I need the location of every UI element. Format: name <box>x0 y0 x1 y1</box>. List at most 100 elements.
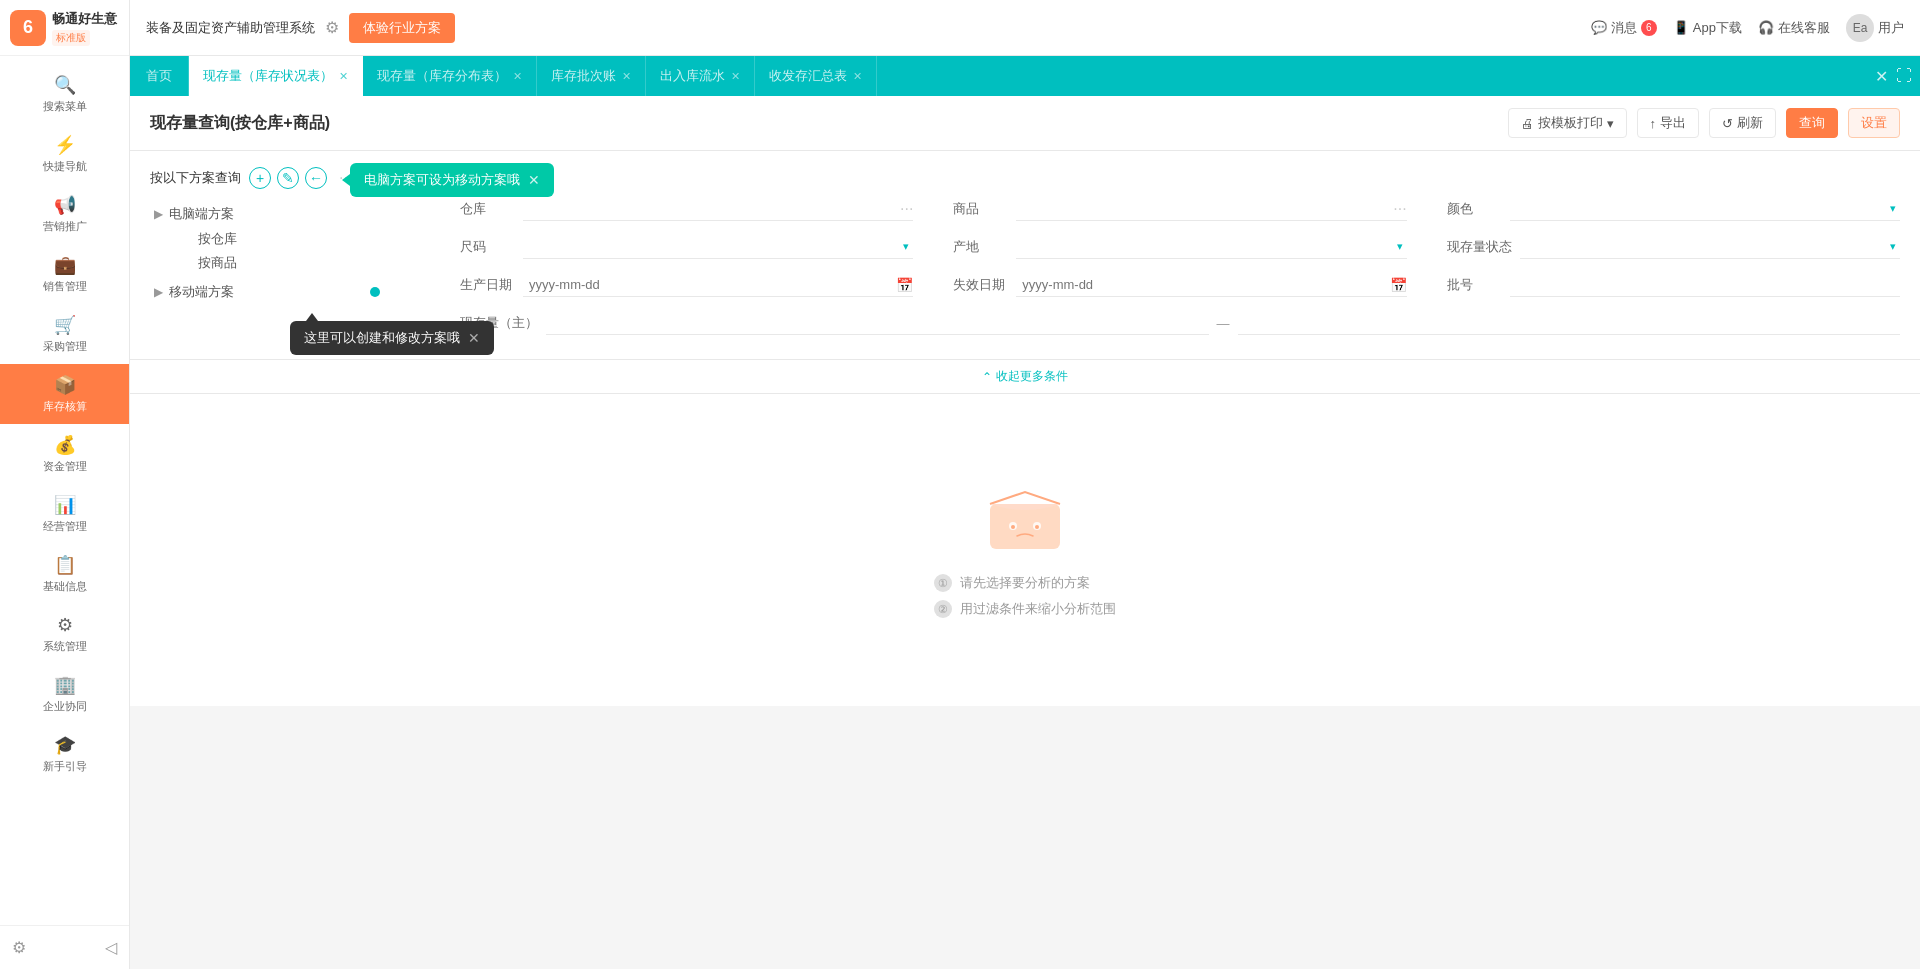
warehouse-input[interactable] <box>523 197 896 220</box>
sidebar-item-label: 企业协同 <box>43 699 87 714</box>
product-ellipsis-icon[interactable]: ··· <box>1393 200 1406 218</box>
user-label: 用户 <box>1878 19 1904 37</box>
tab-home[interactable]: 首页 <box>130 56 189 96</box>
sidebar-item-sales[interactable]: 💼 销售管理 <box>0 244 129 304</box>
collapse-bar[interactable]: ⌃ 收起更多条件 <box>130 360 1920 394</box>
finance-icon: 💰 <box>54 434 76 456</box>
search-icon: 🔍 <box>54 74 76 96</box>
calendar-icon2[interactable]: 📅 <box>1390 277 1407 293</box>
query-button[interactable]: 查询 <box>1786 108 1838 138</box>
production-date-input-wrap: 📅 <box>523 273 913 297</box>
header-settings-icon[interactable]: ⚙ <box>325 18 339 37</box>
sidebar-item-finance[interactable]: 💰 资金管理 <box>0 424 129 484</box>
sidebar-item-search[interactable]: 🔍 搜索菜单 <box>0 64 129 124</box>
company-name: 畅通好生意 <box>52 10 117 28</box>
empty-icon <box>975 474 1075 554</box>
filter-field-product: 商品 ··· <box>953 197 1406 221</box>
tab-fullscreen-icon[interactable]: ⛶ <box>1896 67 1912 85</box>
top-header: 装备及固定资产辅助管理系统 ⚙ 体验行业方案 💬 消息 6 📱 App下载 🎧 … <box>130 0 1920 56</box>
stock-qty-to-input[interactable] <box>1238 311 1901 334</box>
trial-button[interactable]: 体验行业方案 <box>349 13 455 43</box>
origin-label: 产地 <box>953 238 1008 256</box>
collapse-sidebar-icon[interactable]: ◁ <box>105 938 117 957</box>
production-date-input[interactable] <box>523 273 896 296</box>
sidebar-item-purchase[interactable]: 🛒 采购管理 <box>0 304 129 364</box>
batch-label: 批号 <box>1447 276 1502 294</box>
sidebar-item-label: 搜索菜单 <box>43 99 87 114</box>
size-dropdown-icon[interactable]: ▾ <box>903 240 913 253</box>
message-icon: 💬 <box>1591 20 1607 35</box>
filter-field-batch: 批号 <box>1447 273 1900 297</box>
marketing-icon: 📢 <box>54 194 76 216</box>
export-icon: ↑ <box>1650 116 1657 131</box>
tab-close-icon[interactable]: ✕ <box>513 70 522 83</box>
calendar-icon[interactable]: 📅 <box>896 277 913 293</box>
tab-receive-summary-label: 收发存汇总表 <box>769 67 847 85</box>
tab-batch-ledger[interactable]: 库存批次账 ✕ <box>537 56 646 96</box>
production-date-label: 生产日期 <box>460 276 515 294</box>
filter-row-3: 生产日期 📅 失效日期 📅 批号 <box>460 273 1900 297</box>
warehouse-ellipsis-icon[interactable]: ··· <box>900 200 913 218</box>
sidebar-item-guide[interactable]: 🎓 新手引导 <box>0 724 129 784</box>
tab-close-all-icon[interactable]: ✕ <box>1875 67 1888 86</box>
size-input[interactable] <box>523 235 903 258</box>
tab-close-icon[interactable]: ✕ <box>339 70 348 83</box>
notification-item[interactable]: 💬 消息 6 <box>1591 19 1657 37</box>
stock-qty-from-wrap <box>546 311 1209 335</box>
tab-close-icon[interactable]: ✕ <box>731 70 740 83</box>
color-dropdown-icon[interactable]: ▾ <box>1890 202 1900 215</box>
filter-field-production-date: 生产日期 📅 <box>460 273 913 297</box>
tab-close-icon[interactable]: ✕ <box>853 70 862 83</box>
online-service-item[interactable]: 🎧 在线客服 <box>1758 19 1830 37</box>
step-2-text: 用过滤条件来缩小分析范围 <box>960 600 1116 618</box>
scheme-tooltip: 电脑方案可设为移动方案哦 ✕ <box>350 163 554 197</box>
phone-icon: 📱 <box>1673 20 1689 35</box>
add-scheme-button[interactable]: + <box>249 167 271 189</box>
sidebar-item-basic-info[interactable]: 📋 基础信息 <box>0 544 129 604</box>
sidebar-item-operations[interactable]: 📊 经营管理 <box>0 484 129 544</box>
tab-inventory-status-label: 现存量（库存状况表） <box>203 67 333 85</box>
batch-input[interactable] <box>1510 273 1900 296</box>
tab-inventory-status[interactable]: 现存量（库存状况表） ✕ <box>189 56 363 96</box>
refresh-button[interactable]: ↺ 刷新 <box>1709 108 1776 138</box>
system-icon: ⚙ <box>57 614 73 636</box>
settings-bottom-icon[interactable]: ⚙ <box>12 938 26 957</box>
sidebar-item-marketing[interactable]: 📢 营销推广 <box>0 184 129 244</box>
arrow-left-button[interactable]: ← <box>305 167 327 189</box>
tab-close-icon[interactable]: ✕ <box>622 70 631 83</box>
tab-receive-summary[interactable]: 收发存汇总表 ✕ <box>755 56 877 96</box>
product-input[interactable] <box>1016 197 1389 220</box>
range-separator: — <box>1217 316 1230 331</box>
origin-dropdown-icon[interactable]: ▾ <box>1397 240 1407 253</box>
step-num-2: ② <box>934 600 952 618</box>
origin-input[interactable] <box>1016 235 1396 258</box>
expiry-date-input[interactable] <box>1016 273 1389 296</box>
tab-in-out-flow[interactable]: 出入库流水 ✕ <box>646 56 755 96</box>
size-label: 尺码 <box>460 238 515 256</box>
color-input[interactable] <box>1510 197 1890 220</box>
app-download-item[interactable]: 📱 App下载 <box>1673 19 1742 37</box>
tab-inventory-dist[interactable]: 现存量（库存分布表） ✕ <box>363 56 537 96</box>
color-label: 颜色 <box>1447 200 1502 218</box>
app-badge: 标准版 <box>52 30 90 46</box>
connector-dot <box>370 287 380 297</box>
stock-qty-from-input[interactable] <box>546 311 1209 334</box>
sidebar-item-enterprise[interactable]: 🏢 企业协同 <box>0 664 129 724</box>
sidebar-item-inventory[interactable]: 📦 库存核算 <box>0 364 129 424</box>
stock-status-dropdown-icon[interactable]: ▾ <box>1890 240 1900 253</box>
sidebar-item-quick-nav[interactable]: ⚡ 快捷导航 <box>0 124 129 184</box>
scheme-tooltip-close[interactable]: ✕ <box>528 172 540 188</box>
user-item[interactable]: Ea 用户 <box>1846 14 1904 42</box>
edit-scheme-button[interactable]: ✎ <box>277 167 299 189</box>
export-button[interactable]: ↑ 导出 <box>1637 108 1700 138</box>
tab-bar-end: ✕ ⛶ <box>1867 56 1920 96</box>
edit-tooltip-close[interactable]: ✕ <box>468 330 480 346</box>
tree-arrow-icon: ▶ <box>154 207 163 221</box>
set-button[interactable]: 设置 <box>1848 108 1900 138</box>
stock-status-input[interactable] <box>1520 235 1890 258</box>
purchase-icon: 🛒 <box>54 314 76 336</box>
sidebar-item-system[interactable]: ⚙ 系统管理 <box>0 604 129 664</box>
print-button[interactable]: 🖨 按模板打印 ▾ <box>1508 108 1627 138</box>
empty-step-2: ② 用过滤条件来缩小分析范围 <box>934 600 1116 618</box>
batch-input-wrap <box>1510 273 1900 297</box>
